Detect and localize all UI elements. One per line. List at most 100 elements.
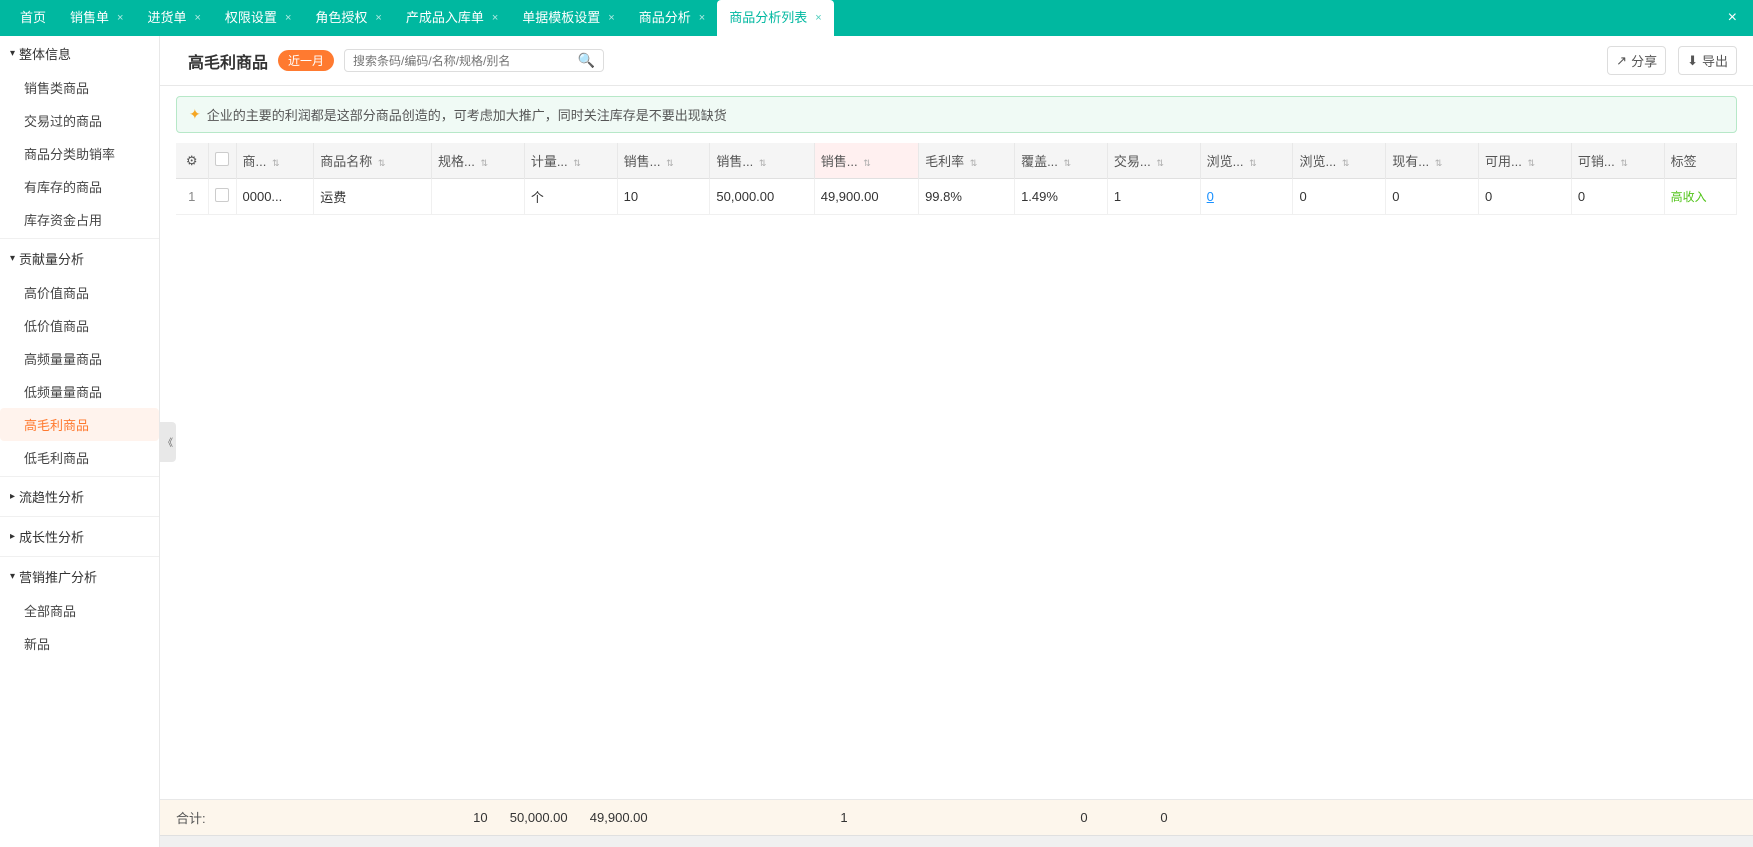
sort-icon: ⇅	[480, 158, 488, 168]
arrow-down-icon: ▾	[10, 571, 15, 582]
filter-last-month-button[interactable]: 近一月	[278, 50, 334, 71]
sidebar-divider	[0, 238, 159, 239]
sidebar-group-trend[interactable]: ▸ 流趋性分析	[0, 479, 159, 514]
nav-permission-settings[interactable]: 权限设置 ×	[213, 0, 303, 36]
close-icon[interactable]: ×	[815, 0, 821, 36]
horizontal-scrollbar[interactable]	[160, 835, 1753, 847]
nav-sales-order[interactable]: 销售单 ×	[58, 0, 135, 36]
sort-icon: ⇅	[1435, 158, 1443, 168]
col-checkbox	[208, 143, 236, 179]
sidebar-item-sales-goods[interactable]: 销售类商品	[0, 71, 159, 104]
row-checkbox[interactable]	[208, 179, 236, 215]
sort-icon: ⇅	[1156, 158, 1164, 168]
row-name: 运费	[314, 179, 432, 215]
settings-icon[interactable]: ⚙	[186, 153, 198, 168]
close-icon[interactable]: ×	[285, 0, 291, 36]
sidebar-group-marketing[interactable]: ▾ 营销推广分析	[0, 559, 159, 594]
table-footer: 合计: 10 50,000.00 49,900.00 1 0 0	[160, 799, 1753, 835]
select-all-checkbox[interactable]	[215, 152, 229, 166]
close-icon[interactable]: ×	[194, 0, 200, 36]
export-icon: ⬇	[1687, 53, 1698, 69]
window-close-button[interactable]: ×	[1720, 9, 1745, 27]
close-icon[interactable]: ×	[375, 0, 381, 36]
sidebar-item-high-freq[interactable]: 高频量量商品	[0, 342, 159, 375]
sidebar-item-low-freq[interactable]: 低频量量商品	[0, 375, 159, 408]
sidebar-item-all-goods[interactable]: 全部商品	[0, 594, 159, 627]
close-icon[interactable]: ×	[608, 0, 614, 36]
sidebar-divider	[0, 556, 159, 557]
row-select-checkbox[interactable]	[215, 188, 229, 202]
arrow-right-icon: ▸	[10, 531, 15, 542]
row-number: 1	[176, 179, 208, 215]
col-sales-qty[interactable]: 销售... ⇅	[617, 143, 710, 179]
nav-template-settings[interactable]: 单据模板设置 ×	[510, 0, 626, 36]
nav-product-inbound[interactable]: 产成品入库单 ×	[394, 0, 510, 36]
col-available-stock[interactable]: 可用... ⇅	[1479, 143, 1572, 179]
close-icon[interactable]: ×	[492, 0, 498, 36]
col-gross-margin[interactable]: 毛利率 ⇅	[919, 143, 1015, 179]
share-button[interactable]: ↗ 分享	[1607, 46, 1666, 75]
sidebar-collapse-button[interactable]: 《	[160, 422, 176, 462]
sort-icon: ⇅	[1620, 158, 1628, 168]
sort-icon: ⇅	[863, 158, 871, 168]
nav-purchase-order[interactable]: 进货单 ×	[135, 0, 212, 36]
row-unit: 个	[524, 179, 617, 215]
col-browse1[interactable]: 浏览... ⇅	[1200, 143, 1293, 179]
sidebar-item-high-margin[interactable]: 高毛利商品	[0, 408, 159, 441]
sidebar-item-high-value[interactable]: 高价值商品	[0, 276, 159, 309]
product-table: ⚙ 商... ⇅ 商品名称 ⇅	[176, 143, 1737, 215]
nav-product-analysis-list[interactable]: 商品分析列表 ×	[717, 0, 833, 36]
col-name[interactable]: 商品名称 ⇅	[314, 143, 432, 179]
sort-icon: ⇅	[378, 158, 386, 168]
sidebar-item-low-margin[interactable]: 低毛利商品	[0, 441, 159, 474]
sidebar-item-low-value[interactable]: 低价值商品	[0, 309, 159, 342]
search-icon[interactable]: 🔍	[578, 52, 595, 69]
row-spec	[432, 179, 525, 215]
sort-icon: ⇅	[1249, 158, 1257, 168]
sort-icon: ⇅	[1064, 158, 1072, 168]
col-coverage[interactable]: 覆盖... ⇅	[1015, 143, 1108, 179]
col-saleable-stock[interactable]: 可销... ⇅	[1571, 143, 1664, 179]
close-icon[interactable]: ×	[117, 0, 123, 36]
sidebar-item-stock-capital[interactable]: 库存资金占用	[0, 203, 159, 236]
sort-icon: ⇅	[666, 158, 674, 168]
arrow-right-icon: ▸	[10, 491, 15, 502]
row-browse2: 0	[1293, 179, 1386, 215]
export-button[interactable]: ⬇ 导出	[1678, 46, 1737, 75]
sort-icon: ⇅	[970, 158, 978, 168]
sidebar-item-traded-goods[interactable]: 交易过的商品	[0, 104, 159, 137]
sidebar-group-overall[interactable]: ▾ 整体信息	[0, 36, 159, 71]
col-unit[interactable]: 计量... ⇅	[524, 143, 617, 179]
sort-icon: ⇅	[272, 158, 280, 168]
row-sales-qty: 10	[617, 179, 710, 215]
col-sales-cost[interactable]: 销售... ⇅	[814, 143, 918, 179]
content-area: 《 高毛利商品 近一月 🔍 ↗ 分享 ⬇ 导出 ✦ 企	[160, 36, 1753, 847]
col-spec[interactable]: 规格... ⇅	[432, 143, 525, 179]
nav-home[interactable]: 首页	[8, 0, 58, 36]
footer-sales-qty: 10	[414, 810, 494, 825]
sidebar-group-contribution[interactable]: ▾ 贡献量分析	[0, 241, 159, 276]
search-input[interactable]	[353, 54, 578, 68]
sidebar-item-new-goods[interactable]: 新品	[0, 627, 159, 660]
col-sales-amt[interactable]: 销售... ⇅	[710, 143, 814, 179]
col-settings[interactable]: ⚙	[176, 143, 208, 179]
row-sales-cost: 49,900.00	[814, 179, 918, 215]
product-table-wrapper: ⚙ 商... ⇅ 商品名称 ⇅	[160, 143, 1753, 799]
col-current-stock[interactable]: 现有... ⇅	[1386, 143, 1479, 179]
nav-role-auth[interactable]: 角色授权 ×	[303, 0, 393, 36]
col-browse2[interactable]: 浏览... ⇅	[1293, 143, 1386, 179]
nav-product-analysis[interactable]: 商品分析 ×	[627, 0, 717, 36]
top-navigation: 首页 销售单 × 进货单 × 权限设置 × 角色授权 × 产成品入库单 × 单据…	[0, 0, 1753, 36]
col-tag[interactable]: 标签	[1664, 143, 1736, 179]
row-available-stock: 0	[1479, 179, 1572, 215]
footer-sales-amt: 50,000.00	[494, 810, 574, 825]
col-trade[interactable]: 交易... ⇅	[1107, 143, 1200, 179]
close-icon[interactable]: ×	[699, 0, 705, 36]
sidebar-group-growth[interactable]: ▸ 成长性分析	[0, 519, 159, 554]
sort-icon: ⇅	[573, 158, 581, 168]
row-browse1[interactable]: 0	[1200, 179, 1293, 215]
col-code[interactable]: 商... ⇅	[236, 143, 314, 179]
sidebar-item-stocked-goods[interactable]: 有库存的商品	[0, 170, 159, 203]
sidebar-item-category-rate[interactable]: 商品分类助销率	[0, 137, 159, 170]
row-trade: 1	[1107, 179, 1200, 215]
